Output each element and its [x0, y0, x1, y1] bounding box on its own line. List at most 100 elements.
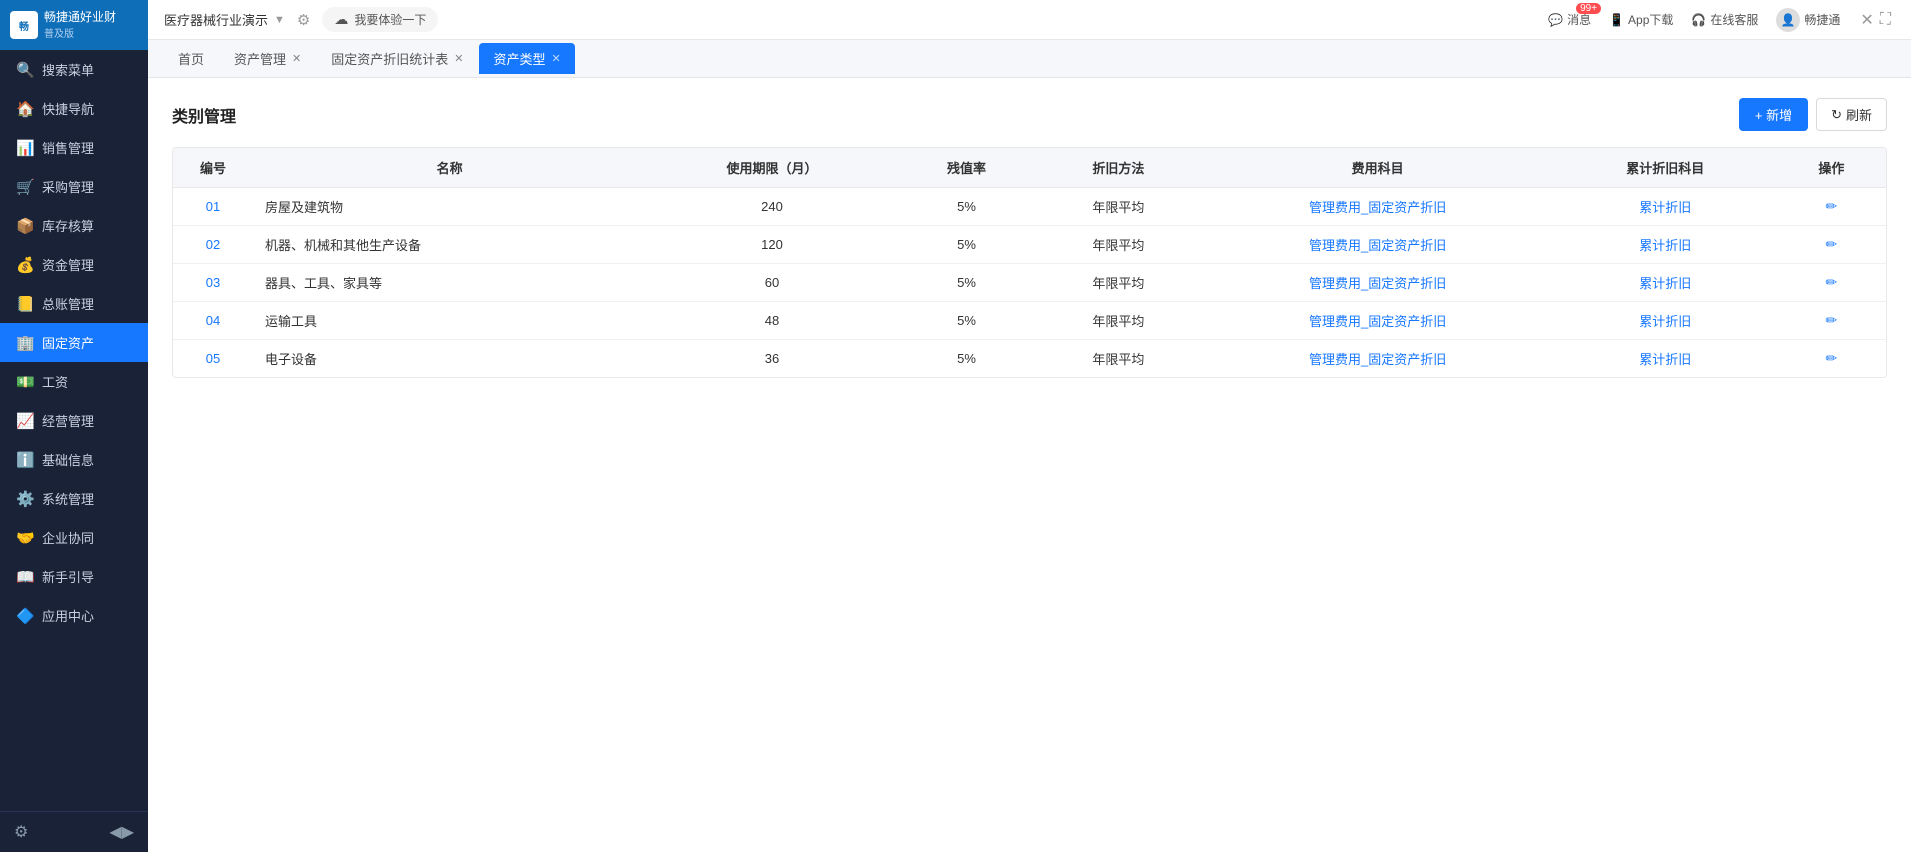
page-header: 类别管理 + 新增 ↻ 刷新	[172, 98, 1887, 131]
sidebar-item-label: 系统管理	[42, 489, 94, 508]
cloud-icon: ☁	[334, 11, 348, 28]
cell-expense: 管理费用_固定资产折旧	[1201, 226, 1553, 264]
settings-gear-icon[interactable]: ⚙	[297, 11, 310, 29]
guide-icon: 📖	[16, 568, 34, 586]
sidebar-item-label: 经营管理	[42, 411, 94, 430]
sidebar-item-label: 固定资产	[42, 333, 94, 352]
message-item[interactable]: 💬 消息 99+	[1548, 11, 1591, 28]
cell-name: 器具、工具、家具等	[253, 264, 646, 302]
apps-icon: 🔷	[16, 607, 34, 625]
sidebar-item-finance[interactable]: 💰 资金管理	[0, 245, 148, 284]
sidebar-item-quick-nav[interactable]: 🏠 快捷导航	[0, 89, 148, 128]
new-button[interactable]: + 新增	[1739, 98, 1808, 131]
cell-action[interactable]: ✏	[1777, 340, 1886, 378]
app-version: 普及版	[44, 25, 116, 40]
refresh-button[interactable]: ↻ 刷新	[1816, 98, 1887, 131]
sidebar-item-fixed-assets[interactable]: 🏢 固定资产	[0, 323, 148, 362]
tab-close-icon[interactable]: ✕	[292, 52, 301, 65]
demo-selector[interactable]: 医疗器械行业演示 ▼	[164, 10, 285, 29]
refresh-icon: ↻	[1831, 107, 1842, 123]
customer-service-label: 在线客服	[1710, 11, 1758, 28]
sidebar-item-label: 工资	[42, 372, 68, 391]
cell-action[interactable]: ✏	[1777, 188, 1886, 226]
payroll-icon: 💵	[16, 373, 34, 391]
tab-label: 资产管理	[234, 49, 286, 68]
tab-asset-type[interactable]: 资产类型 ✕	[479, 43, 574, 74]
ledger-icon: 📒	[16, 295, 34, 313]
cell-id: 05	[173, 340, 253, 378]
cell-residual: 5%	[898, 188, 1036, 226]
cell-action[interactable]: ✏	[1777, 226, 1886, 264]
col-header: 名称	[253, 148, 646, 188]
sidebar-item-operations[interactable]: 📈 经营管理	[0, 401, 148, 440]
customer-service-item[interactable]: 🎧 在线客服	[1691, 11, 1758, 28]
sidebar: 畅 畅捷通好业财 普及版 🔍 搜索菜单 🏠 快捷导航 📊 销售管理 🛒 采购管理…	[0, 0, 148, 852]
demo-label: 医疗器械行业演示	[164, 10, 268, 29]
sidebar-item-purchase[interactable]: 🛒 采购管理	[0, 167, 148, 206]
table-row: 03 器具、工具、家具等 60 5% 年限平均 管理费用_固定资产折旧 累计折旧…	[173, 264, 1886, 302]
sidebar-item-label: 企业协同	[42, 528, 94, 547]
download-icon: 📱	[1609, 13, 1624, 27]
edit-icon[interactable]: ✏	[1825, 350, 1837, 366]
user-item[interactable]: 👤 畅捷通	[1776, 8, 1840, 32]
cell-accumulated: 累计折旧	[1554, 264, 1777, 302]
cell-action[interactable]: ✏	[1777, 302, 1886, 340]
tabbar: 首页资产管理✕固定资产折旧统计表✕资产类型✕	[148, 40, 1911, 78]
cell-period: 240	[646, 188, 897, 226]
cell-expense: 管理费用_固定资产折旧	[1201, 264, 1553, 302]
sidebar-item-label: 库存核算	[42, 216, 94, 235]
experience-button[interactable]: ☁ 我要体验一下	[322, 7, 438, 32]
tab-close-icon[interactable]: ✕	[454, 52, 463, 65]
fixed-assets-icon: 🏢	[16, 334, 34, 352]
close-icon[interactable]: ✕	[1860, 10, 1873, 30]
cell-accumulated: 累计折旧	[1554, 226, 1777, 264]
tab-depreciation-table[interactable]: 固定资产折旧统计表✕	[317, 43, 477, 74]
tab-close-icon[interactable]: ✕	[552, 52, 561, 65]
sidebar-item-payroll[interactable]: 💵 工资	[0, 362, 148, 401]
sidebar-item-sales[interactable]: 📊 销售管理	[0, 128, 148, 167]
window-controls: ✕ ⛶	[1860, 10, 1895, 30]
settings-icon[interactable]: ⚙	[14, 822, 28, 842]
finance-icon: 💰	[16, 256, 34, 274]
tab-asset-mgmt[interactable]: 资产管理 ✕	[220, 43, 315, 74]
main-area: 医疗器械行业演示 ▼ ⚙ ☁ 我要体验一下 💬 消息 99+ 📱 App下载 🎧…	[148, 0, 1911, 852]
sidebar-item-label: 应用中心	[42, 606, 94, 625]
edit-icon[interactable]: ✏	[1825, 198, 1837, 214]
sidebar-item-inventory[interactable]: 📦 库存核算	[0, 206, 148, 245]
sidebar-item-search[interactable]: 🔍 搜索菜单	[0, 50, 148, 89]
logo-icon: 畅	[10, 11, 38, 39]
tab-home[interactable]: 首页	[164, 43, 218, 74]
edit-icon[interactable]: ✏	[1825, 236, 1837, 252]
tab-label: 资产类型	[493, 49, 545, 68]
cooperation-icon: 🤝	[16, 529, 34, 547]
basic-info-icon: ℹ️	[16, 451, 34, 469]
sales-icon: 📊	[16, 139, 34, 157]
cell-name: 运输工具	[253, 302, 646, 340]
cell-period: 60	[646, 264, 897, 302]
topbar-right: 💬 消息 99+ 📱 App下载 🎧 在线客服 👤 畅捷通	[1548, 8, 1840, 32]
maximize-icon[interactable]: ⛶	[1880, 11, 1891, 29]
cell-period: 36	[646, 340, 897, 378]
topbar: 医疗器械行业演示 ▼ ⚙ ☁ 我要体验一下 💬 消息 99+ 📱 App下载 🎧…	[148, 0, 1911, 40]
cell-action[interactable]: ✏	[1777, 264, 1886, 302]
cell-name: 电子设备	[253, 340, 646, 378]
col-header: 残值率	[898, 148, 1036, 188]
sidebar-item-apps[interactable]: 🔷 应用中心	[0, 596, 148, 635]
sidebar-item-label: 新手引导	[42, 567, 94, 586]
cell-id: 03	[173, 264, 253, 302]
sidebar-item-system[interactable]: ⚙️ 系统管理	[0, 479, 148, 518]
sidebar-item-ledger[interactable]: 📒 总账管理	[0, 284, 148, 323]
operations-icon: 📈	[16, 412, 34, 430]
page-title: 类别管理	[172, 103, 236, 127]
sidebar-item-cooperation[interactable]: 🤝 企业协同	[0, 518, 148, 557]
cell-method: 年限平均	[1035, 340, 1201, 378]
cell-residual: 5%	[898, 340, 1036, 378]
content-area: 类别管理 + 新增 ↻ 刷新 编号名称使用期限（月）残值率折旧方法费用科目累计折…	[148, 78, 1911, 852]
edit-icon[interactable]: ✏	[1825, 274, 1837, 290]
sidebar-item-guide[interactable]: 📖 新手引导	[0, 557, 148, 596]
sidebar-item-basic-info[interactable]: ℹ️ 基础信息	[0, 440, 148, 479]
collapse-icon[interactable]: ◀▶	[109, 822, 134, 842]
page-actions: + 新增 ↻ 刷新	[1739, 98, 1887, 131]
edit-icon[interactable]: ✏	[1825, 312, 1837, 328]
app-download-item[interactable]: 📱 App下载	[1609, 11, 1673, 28]
